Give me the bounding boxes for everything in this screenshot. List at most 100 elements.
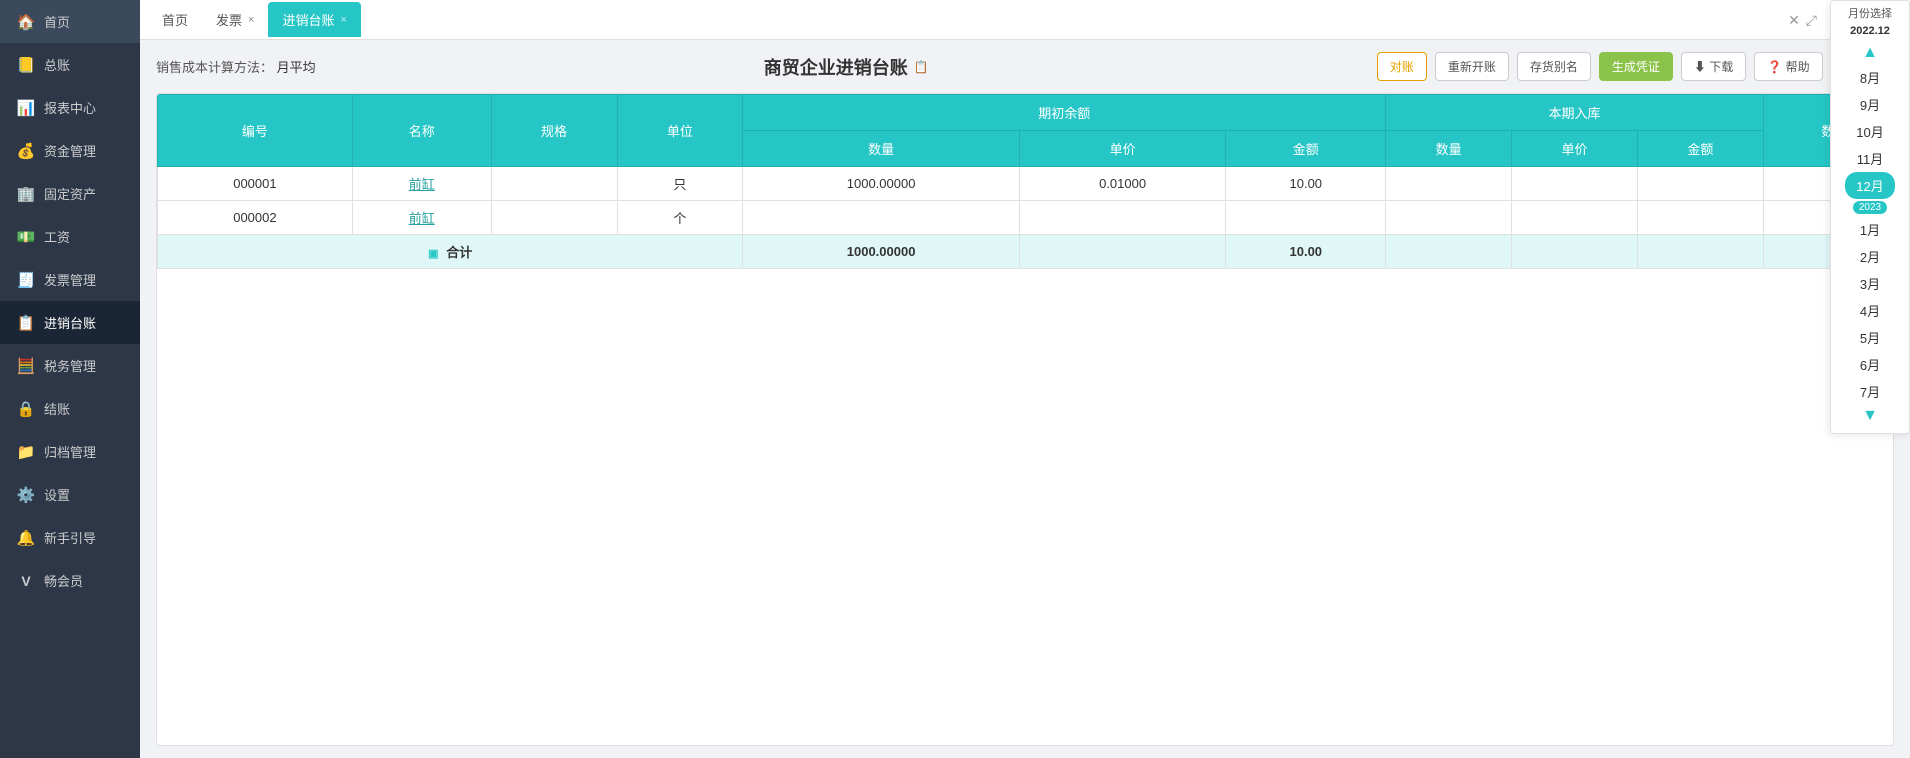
sidebar-item-asset[interactable]: 🏢 固定资产 bbox=[0, 172, 140, 215]
month-down-button[interactable]: ▼ bbox=[1862, 405, 1878, 427]
row2-spec bbox=[491, 201, 617, 235]
sidebar-item-label: 畅会员 bbox=[44, 571, 83, 590]
tab-inventory-close[interactable]: × bbox=[340, 14, 346, 26]
total-in-qty bbox=[1386, 235, 1512, 269]
sidebar-item-ledger[interactable]: 📒 总账 bbox=[0, 43, 140, 86]
row1-init-amount: 10.00 bbox=[1226, 167, 1386, 201]
month-panel-year: 2022.12 bbox=[1850, 24, 1890, 39]
sidebar-item-label: 归档管理 bbox=[44, 442, 96, 461]
row2-in-price bbox=[1512, 201, 1638, 235]
sidebar-item-label: 税务管理 bbox=[44, 356, 96, 375]
month-item-6[interactable]: 6月 bbox=[1831, 351, 1909, 378]
tab-home-label: 首页 bbox=[162, 10, 188, 29]
sidebar-item-label: 固定资产 bbox=[44, 184, 96, 203]
year-2023-badge: 2023 bbox=[1853, 201, 1887, 214]
month-item-12[interactable]: 12月 bbox=[1845, 172, 1895, 199]
invoice-icon: 🧾 bbox=[16, 271, 36, 289]
row2-unit: 个 bbox=[617, 201, 743, 235]
cost-method-label: 销售成本计算方法： bbox=[156, 60, 273, 75]
sidebar-item-wage[interactable]: 💵 工资 bbox=[0, 215, 140, 258]
top-bar: 销售成本计算方法： 月平均 商贸企业进销台账 📋 对账 重新开账 存货别名 生成… bbox=[156, 52, 1894, 81]
sidebar-item-vip[interactable]: V 畅会员 bbox=[0, 559, 140, 602]
sidebar-item-invoice[interactable]: 🧾 发票管理 bbox=[0, 258, 140, 301]
save-alias-button[interactable]: 存货别名 bbox=[1517, 52, 1591, 81]
tab-invoice-close[interactable]: × bbox=[248, 14, 254, 26]
row1-name: 前缸 bbox=[352, 167, 491, 201]
main-area: 首页 发票 × 进销台账 × ✕ ⤢ 销售成本计算方法： 月平均 商贸企业进销台… bbox=[140, 0, 1910, 758]
tab-invoice-label: 发票 bbox=[216, 10, 242, 29]
sidebar-item-label: 发票管理 bbox=[44, 270, 96, 289]
guide-icon: 🔔 bbox=[16, 529, 36, 547]
sidebar-item-inventory[interactable]: 📋 进销台账 bbox=[0, 301, 140, 344]
col-in-amount: 金额 bbox=[1637, 131, 1763, 167]
month-item-11[interactable]: 11月 bbox=[1831, 145, 1909, 172]
month-item-10[interactable]: 10月 bbox=[1831, 118, 1909, 145]
tab-home[interactable]: 首页 bbox=[148, 2, 202, 37]
sidebar-item-label: 资金管理 bbox=[44, 141, 96, 160]
month-item-8[interactable]: 8月 bbox=[1831, 64, 1909, 91]
sidebar-item-label: 设置 bbox=[44, 485, 70, 504]
sidebar-item-label: 报表中心 bbox=[44, 98, 96, 117]
close-account-icon: 🔒 bbox=[16, 400, 36, 418]
row2-init-amount bbox=[1226, 201, 1386, 235]
row1-init-price: 0.01000 bbox=[1019, 167, 1226, 201]
vip-icon: V bbox=[16, 573, 36, 589]
tab-bar: 首页 发票 × 进销台账 × ✕ ⤢ bbox=[140, 0, 1910, 40]
row1-init-qty: 1000.00000 bbox=[743, 167, 1019, 201]
total-in-price bbox=[1512, 235, 1638, 269]
inventory-table-container: 编号 名称 规格 单位 期初余额 本期入库 数 数量 单价 金额 数量 单价 bbox=[156, 93, 1894, 746]
generate-voucher-button[interactable]: 生成凭证 bbox=[1599, 52, 1673, 81]
window-close-button[interactable]: ✕ bbox=[1788, 12, 1800, 29]
col-spec: 规格 bbox=[491, 95, 617, 167]
report-icon: 📊 bbox=[16, 99, 36, 117]
sidebar-item-archive[interactable]: 📁 归档管理 bbox=[0, 430, 140, 473]
tab-inventory[interactable]: 进销台账 × bbox=[268, 2, 360, 37]
sidebar-item-close[interactable]: 🔒 结账 bbox=[0, 387, 140, 430]
col-group-init: 期初余额 bbox=[743, 95, 1386, 131]
sidebar-item-home[interactable]: 🏠 首页 bbox=[0, 0, 140, 43]
row1-name-link[interactable]: 前缸 bbox=[409, 177, 435, 192]
month-up-button[interactable]: ▲ bbox=[1862, 42, 1878, 64]
month-item-1[interactable]: 1月 bbox=[1831, 216, 1909, 243]
row2-init-qty bbox=[743, 201, 1019, 235]
window-expand-button[interactable]: ⤢ bbox=[1806, 12, 1817, 29]
title-help-icon[interactable]: 📋 bbox=[914, 60, 929, 74]
inventory-icon: 📋 bbox=[16, 314, 36, 332]
col-init-amount: 金额 bbox=[1226, 131, 1386, 167]
sidebar-item-tax[interactable]: 🧮 税务管理 bbox=[0, 344, 140, 387]
row2-in-amount bbox=[1637, 201, 1763, 235]
total-init-amount: 10.00 bbox=[1226, 235, 1386, 269]
month-item-4[interactable]: 4月 bbox=[1831, 297, 1909, 324]
table-row: 000001 前缸 只 1000.00000 0.01000 10.00 bbox=[158, 167, 1893, 201]
month-item-7[interactable]: 7月 bbox=[1831, 378, 1909, 405]
tab-invoice[interactable]: 发票 × bbox=[202, 2, 268, 37]
download-button[interactable]: ⬇ 下载 bbox=[1681, 52, 1746, 81]
col-group-in: 本期入库 bbox=[1386, 95, 1764, 131]
col-init-price: 单价 bbox=[1019, 131, 1226, 167]
inventory-table: 编号 名称 规格 单位 期初余额 本期入库 数 数量 单价 金额 数量 单价 bbox=[157, 94, 1893, 269]
total-label: ▣ 合计 bbox=[158, 235, 743, 269]
reconcile-button[interactable]: 对账 bbox=[1377, 52, 1427, 81]
title-text: 商贸企业进销台账 bbox=[764, 54, 908, 80]
help-button[interactable]: ❓ 帮助 bbox=[1754, 52, 1822, 81]
total-init-qty: 1000.00000 bbox=[743, 235, 1019, 269]
row2-name-link[interactable]: 前缸 bbox=[409, 211, 435, 226]
settings-icon: ⚙️ bbox=[16, 486, 36, 504]
total-init-price bbox=[1019, 235, 1226, 269]
month-item-5[interactable]: 5月 bbox=[1831, 324, 1909, 351]
content-area: 销售成本计算方法： 月平均 商贸企业进销台账 📋 对账 重新开账 存货别名 生成… bbox=[140, 40, 1910, 758]
download-icon: ⬇ bbox=[1694, 60, 1706, 74]
reopen-button[interactable]: 重新开账 bbox=[1435, 52, 1509, 81]
window-controls: ✕ ⤢ bbox=[1780, 0, 1825, 40]
sidebar-item-guide[interactable]: 🔔 新手引导 bbox=[0, 516, 140, 559]
sidebar-item-label: 总账 bbox=[44, 55, 70, 74]
month-item-3[interactable]: 3月 bbox=[1831, 270, 1909, 297]
month-item-9[interactable]: 9月 bbox=[1831, 91, 1909, 118]
row1-id: 000001 bbox=[158, 167, 353, 201]
sidebar-item-fund[interactable]: 💰 资金管理 bbox=[0, 129, 140, 172]
row1-spec bbox=[491, 167, 617, 201]
help-icon: ❓ bbox=[1767, 60, 1782, 74]
sidebar-item-report[interactable]: 📊 报表中心 bbox=[0, 86, 140, 129]
sidebar-item-settings[interactable]: ⚙️ 设置 bbox=[0, 473, 140, 516]
month-item-2[interactable]: 2月 bbox=[1831, 243, 1909, 270]
